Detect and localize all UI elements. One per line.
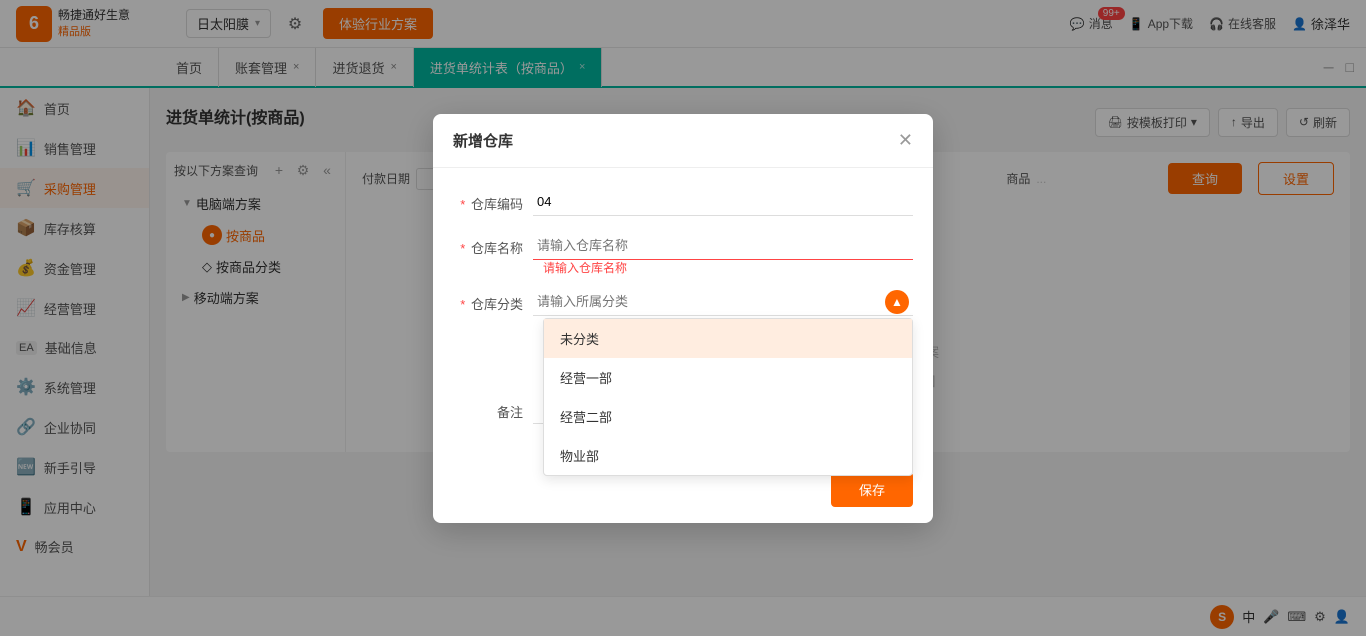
remark-label: 备注 — [453, 396, 533, 421]
class-input[interactable] — [533, 288, 913, 316]
save-btn[interactable]: 保存 — [831, 472, 913, 507]
form-row-class: * 仓库分类 ▲ 未分类 经营一部 经营二部 物业部 — [453, 288, 913, 316]
dropdown-item-unclassified[interactable]: 未分类 — [544, 319, 912, 358]
modal-close-btn[interactable]: ✕ — [898, 130, 913, 151]
modal-overlay[interactable]: 新增仓库 ✕ * 仓库编码 * 仓库名称 请输入仓库名称 — [0, 0, 1366, 636]
modal-body: * 仓库编码 * 仓库名称 请输入仓库名称 * 仓库分类 — [433, 168, 933, 460]
class-dropdown-list: 未分类 经营一部 经营二部 物业部 — [543, 318, 913, 476]
modal-title: 新增仓库 — [453, 130, 513, 151]
name-input[interactable] — [533, 232, 913, 260]
modal-header: 新增仓库 ✕ — [433, 114, 933, 168]
required-star-name: * — [460, 241, 465, 256]
name-error-msg: 请输入仓库名称 — [543, 259, 627, 276]
dropdown-item-ops2[interactable]: 经营二部 — [544, 397, 912, 436]
form-row-code: * 仓库编码 — [453, 188, 913, 216]
required-star-code: * — [460, 197, 465, 212]
dropdown-item-ops3[interactable]: 物业部 — [544, 436, 912, 475]
dropdown-item-ops1[interactable]: 经营一部 — [544, 358, 912, 397]
form-row-name: * 仓库名称 请输入仓库名称 — [453, 232, 913, 260]
dropdown-toggle-btn[interactable]: ▲ — [885, 290, 909, 314]
name-label: * 仓库名称 — [453, 232, 533, 257]
code-input[interactable] — [533, 188, 913, 216]
class-label: * 仓库分类 — [453, 288, 533, 313]
code-label: * 仓库编码 — [453, 188, 533, 213]
required-star-class: * — [460, 297, 465, 312]
add-warehouse-modal: 新增仓库 ✕ * 仓库编码 * 仓库名称 请输入仓库名称 — [433, 114, 933, 523]
classification-wrapper: ▲ — [533, 288, 913, 316]
